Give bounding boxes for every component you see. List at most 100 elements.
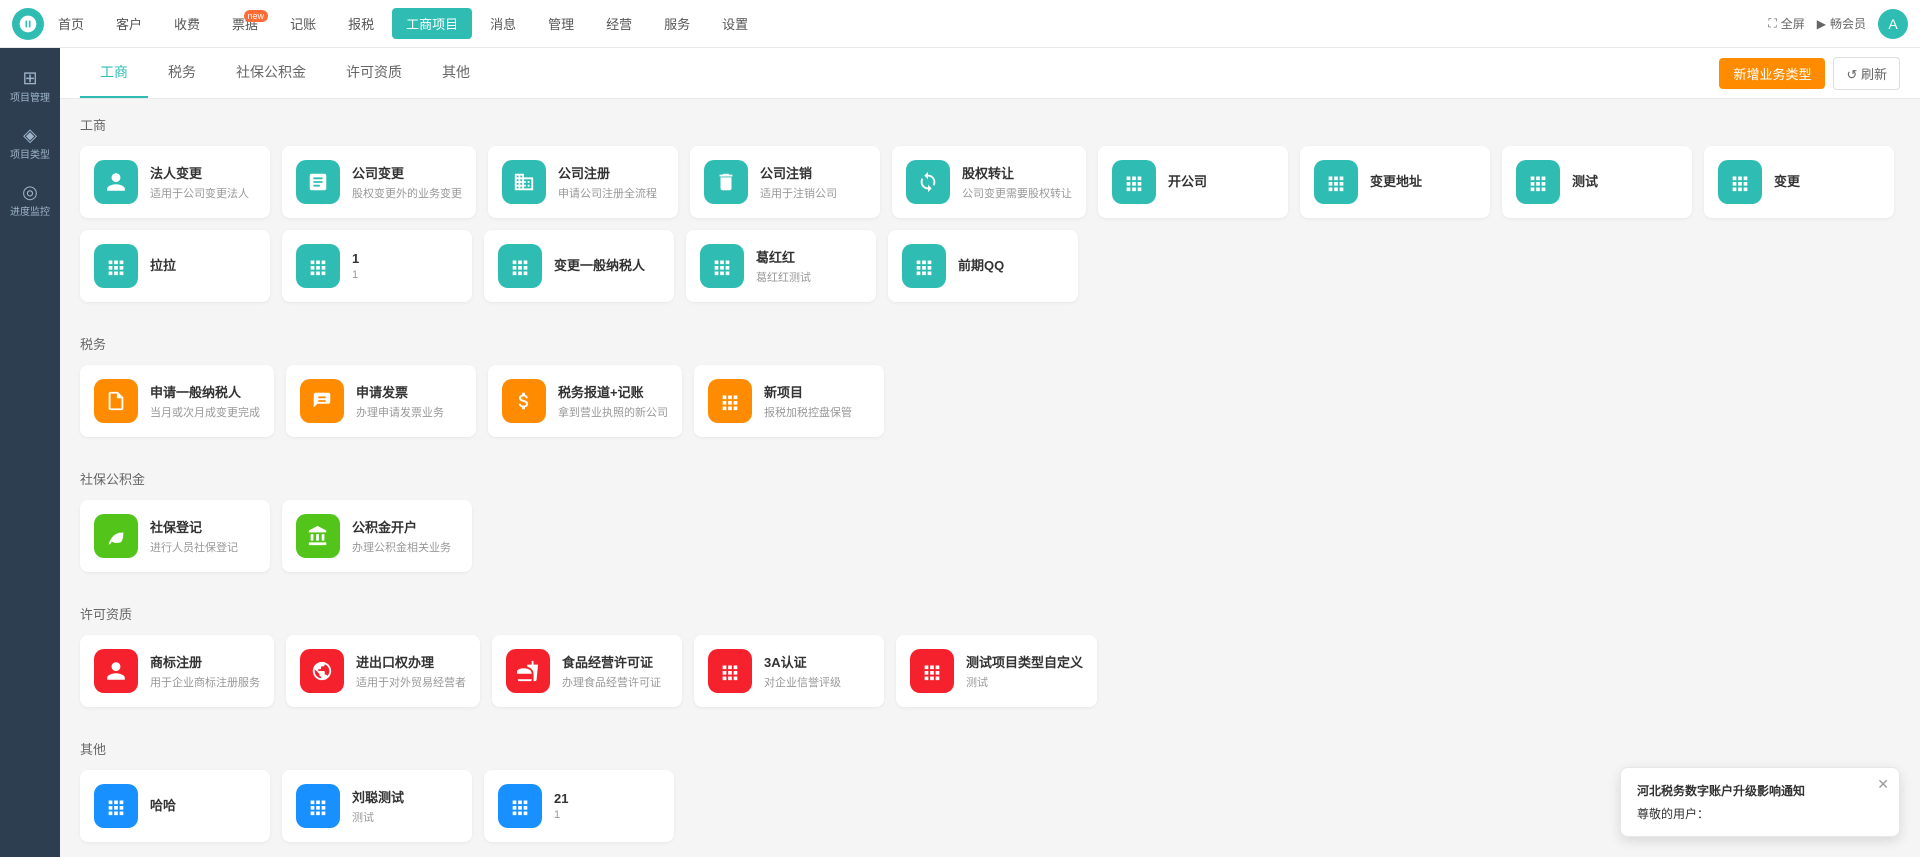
- cards-grid: 法人变更 适用于公司变更法人 公司变更 股权变更外的业务变更 公司注册 申请公司…: [80, 146, 1900, 302]
- tab-工商[interactable]: 工商: [80, 48, 148, 98]
- cards-grid: 申请一般纳税人 当月或次月成变更完成 申请发票 办理申请发票业务 税务报道+记账…: [80, 365, 1900, 437]
- user-avatar[interactable]: A: [1878, 9, 1908, 39]
- card-icon: [708, 379, 752, 423]
- card-info: 公司变更 股权变更外的业务变更: [352, 163, 462, 201]
- card-葛红红[interactable]: 葛红红 葛红红测试: [686, 230, 876, 302]
- card-desc: 报税加税控盘保管: [764, 404, 870, 420]
- nav-item-消息[interactable]: 消息: [476, 8, 530, 39]
- card-desc: 公司变更需要股权转让: [962, 185, 1072, 201]
- card-title: 葛红红: [756, 247, 862, 266]
- card-变更[interactable]: 变更: [1704, 146, 1894, 218]
- tab-其他[interactable]: 其他: [422, 48, 490, 98]
- card-测试[interactable]: 测试: [1502, 146, 1692, 218]
- card-title: 刘聪测试: [352, 787, 458, 806]
- card-拉拉[interactable]: 拉拉: [80, 230, 270, 302]
- card-商标注册[interactable]: 商标注册 用于企业商标注册服务: [80, 635, 274, 707]
- card-desc: 办理食品经营许可证: [562, 674, 668, 690]
- tab-社保公积金[interactable]: 社保公积金: [216, 48, 326, 98]
- card-icon: [906, 160, 950, 204]
- notification-content: 尊敬的用户：: [1637, 805, 1883, 822]
- card-进出口权办理[interactable]: 进出口权办理 适用于对外贸易经营者: [286, 635, 480, 707]
- nav-item-票据[interactable]: 票据new: [218, 8, 272, 39]
- card-开公司[interactable]: 开公司: [1098, 146, 1288, 218]
- card-info: 商标注册 用于企业商标注册服务: [150, 652, 260, 690]
- card-股权转让[interactable]: 股权转让 公司变更需要股权转让: [892, 146, 1086, 218]
- card-info: 食品经营许可证 办理食品经营许可证: [562, 652, 668, 690]
- card-icon: [506, 649, 550, 693]
- tab-税务[interactable]: 税务: [148, 48, 216, 98]
- card-title: 测试项目类型自定义: [966, 652, 1083, 671]
- card-公司注销[interactable]: 公司注销 适用于注销公司: [690, 146, 880, 218]
- card-info: 新项目 报税加税控盘保管: [764, 382, 870, 420]
- card-公积金开户[interactable]: 公积金开户 办理公积金相关业务: [282, 500, 472, 572]
- card-desc: 测试: [352, 809, 458, 825]
- cards-grid: 商标注册 用于企业商标注册服务 进出口权办理 适用于对外贸易经营者 食品经营许可…: [80, 635, 1900, 707]
- nav-item-经营[interactable]: 经营: [592, 8, 646, 39]
- card-公司变更[interactable]: 公司变更 股权变更外的业务变更: [282, 146, 476, 218]
- nav-item-服务[interactable]: 服务: [650, 8, 704, 39]
- nav-item-管理[interactable]: 管理: [534, 8, 588, 39]
- tab-许可资质[interactable]: 许可资质: [326, 48, 422, 98]
- nav-item-客户[interactable]: 客户: [102, 8, 156, 39]
- card-变更地址[interactable]: 变更地址: [1300, 146, 1490, 218]
- card-info: 法人变更 适用于公司变更法人: [150, 163, 256, 201]
- card-税务报道+记账[interactable]: 税务报道+记账 拿到营业执照的新公司: [488, 365, 682, 437]
- card-申请一般纳税人[interactable]: 申请一般纳税人 当月或次月成变更完成: [80, 365, 274, 437]
- card-info: 申请发票 办理申请发票业务: [356, 382, 462, 420]
- card-21[interactable]: 21 1: [484, 770, 674, 842]
- card-前期QQ[interactable]: 前期QQ: [888, 230, 1078, 302]
- card-变更一般纳税人[interactable]: 变更一般纳税人: [484, 230, 674, 302]
- card-desc: 葛红红测试: [756, 269, 862, 285]
- card-icon: [296, 244, 340, 288]
- card-法人变更[interactable]: 法人变更 适用于公司变更法人: [80, 146, 270, 218]
- sidebar-icon: ◎: [22, 182, 38, 203]
- card-icon: [902, 244, 946, 288]
- notification-popup: ✕ 河北税务数字账户升级影响通知 尊敬的用户：: [1620, 767, 1900, 837]
- nav-item-记账[interactable]: 记账: [276, 8, 330, 39]
- card-title: 申请发票: [356, 382, 462, 401]
- card-title: 拉拉: [150, 255, 256, 274]
- nav-item-设置[interactable]: 设置: [708, 8, 762, 39]
- top-nav: 首页客户收费票据new记账报税工商项目消息管理经营服务设置 ⛶ 全屏 ▶ 畅会员…: [0, 0, 1920, 48]
- card-desc: 适用于公司变更法人: [150, 185, 256, 201]
- section-许可资质: 许可资质 商标注册 用于企业商标注册服务 进出口权办理 适用于对外贸易经营者 食…: [60, 588, 1920, 707]
- card-食品经营许可证[interactable]: 食品经营许可证 办理食品经营许可证: [492, 635, 682, 707]
- nav-item-首页[interactable]: 首页: [44, 8, 98, 39]
- card-info: 21 1: [554, 791, 660, 821]
- card-哈哈[interactable]: 哈哈: [80, 770, 270, 842]
- card-申请发票[interactable]: 申请发票 办理申请发票业务: [286, 365, 476, 437]
- card-info: 股权转让 公司变更需要股权转让: [962, 163, 1072, 201]
- card-info: 刘聪测试 测试: [352, 787, 458, 825]
- sidebar-item-项目管理[interactable]: ⊞项目管理: [0, 58, 60, 115]
- nav-item-工商项目[interactable]: 工商项目: [392, 8, 472, 39]
- content-area: 工商税务社保公积金许可资质其他 新增业务类型 ↺ 刷新 工商 法人变更 适用于公…: [60, 48, 1920, 857]
- sidebar-label: 项目类型: [10, 150, 50, 162]
- notification-close[interactable]: ✕: [1877, 776, 1889, 793]
- nav-item-报税[interactable]: 报税: [334, 8, 388, 39]
- notification-title: 河北税务数字账户升级影响通知: [1637, 782, 1883, 799]
- section-title: 社保公积金: [80, 469, 1900, 488]
- member-btn[interactable]: ▶ 畅会员: [1817, 15, 1866, 32]
- card-icon: [502, 379, 546, 423]
- card-刘聪测试[interactable]: 刘聪测试 测试: [282, 770, 472, 842]
- cards-grid: 社保登记 进行人员社保登记 公积金开户 办理公积金相关业务: [80, 500, 1900, 572]
- nav-item-收费[interactable]: 收费: [160, 8, 214, 39]
- new-type-button[interactable]: 新增业务类型: [1719, 58, 1825, 89]
- card-公司注册[interactable]: 公司注册 申请公司注册全流程: [488, 146, 678, 218]
- sidebar-item-进度监控[interactable]: ◎进度监控: [0, 172, 60, 229]
- fullscreen-btn[interactable]: ⛶ 全屏: [1768, 15, 1804, 32]
- card-3A认证[interactable]: 3A认证 对企业信誉评级: [694, 635, 884, 707]
- sidebar-icon: ◈: [23, 125, 37, 146]
- card-社保登记[interactable]: 社保登记 进行人员社保登记: [80, 500, 270, 572]
- card-icon: [498, 784, 542, 828]
- section-税务: 税务 申请一般纳税人 当月或次月成变更完成 申请发票 办理申请发票业务 税务报道…: [60, 318, 1920, 437]
- fullscreen-icon: ⛶: [1768, 16, 1776, 31]
- card-desc: 股权变更外的业务变更: [352, 185, 462, 201]
- card-title: 法人变更: [150, 163, 256, 182]
- card-1[interactable]: 1 1: [282, 230, 472, 302]
- refresh-button[interactable]: ↺ 刷新: [1833, 57, 1900, 90]
- card-测试项目类型自定义[interactable]: 测试项目类型自定义 测试: [896, 635, 1097, 707]
- card-新项目[interactable]: 新项目 报税加税控盘保管: [694, 365, 884, 437]
- card-info: 税务报道+记账 拿到营业执照的新公司: [558, 382, 668, 420]
- sidebar-item-项目类型[interactable]: ◈ 项目类型: [0, 115, 60, 172]
